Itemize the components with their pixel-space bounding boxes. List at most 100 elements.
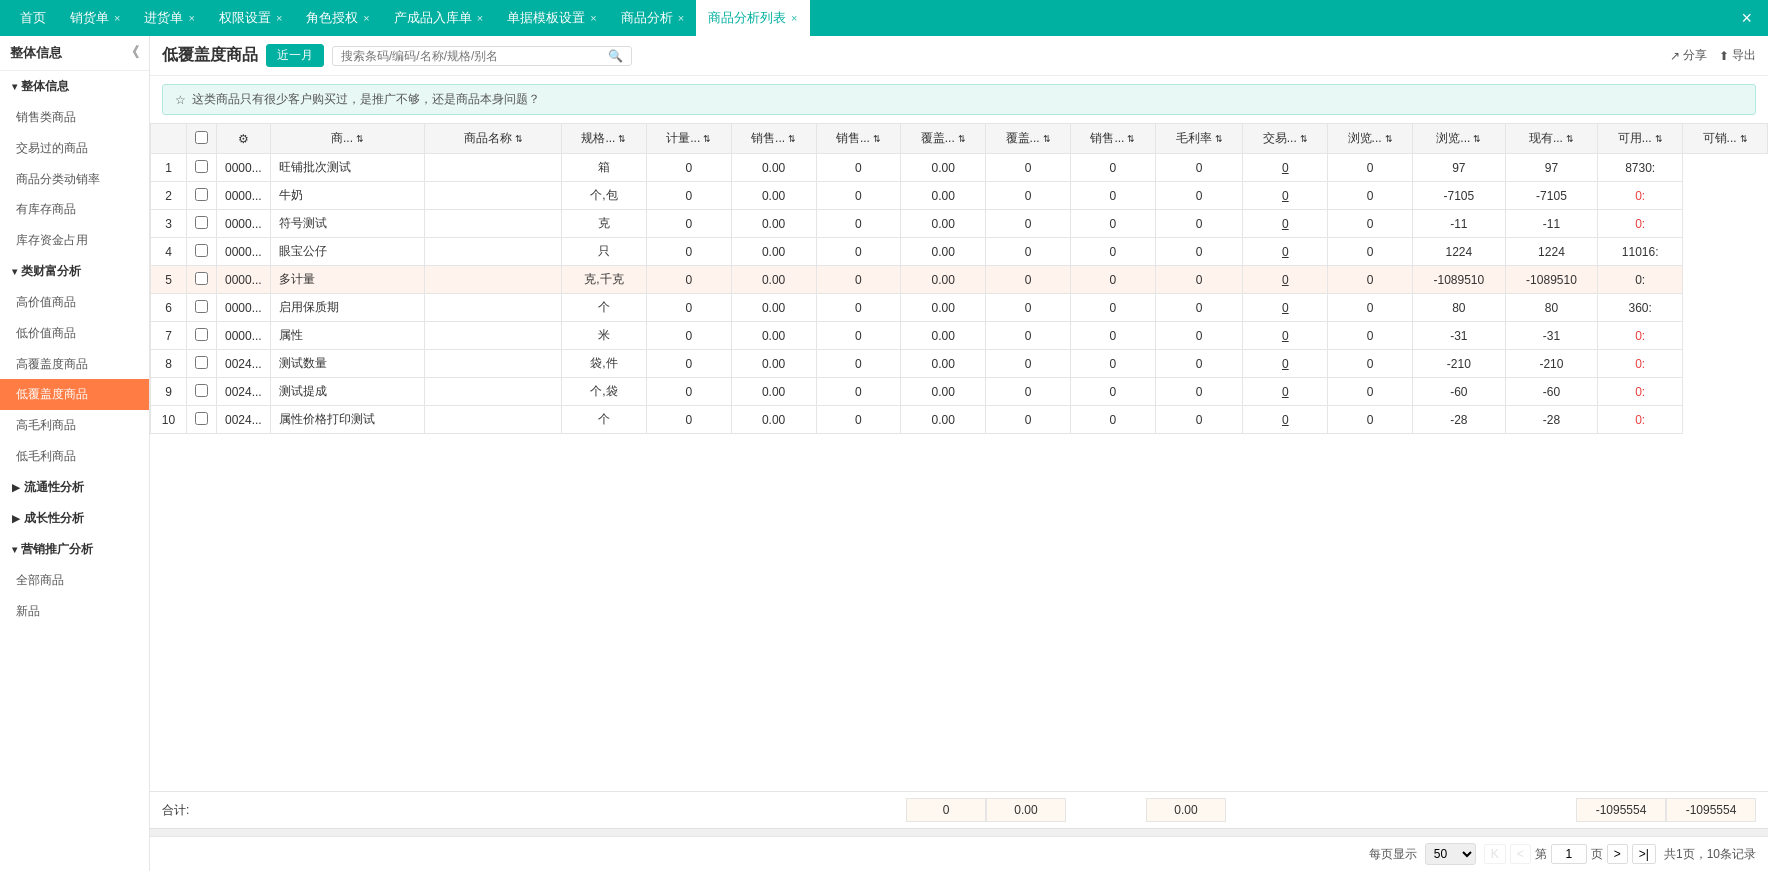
sort-icon[interactable]: ⇅ — [958, 134, 966, 144]
sort-icon[interactable]: ⇅ — [873, 134, 881, 144]
sort-icon[interactable]: ⇅ — [1127, 134, 1135, 144]
sort-icon[interactable]: ⇅ — [703, 134, 711, 144]
cell-checkbox[interactable] — [187, 266, 217, 294]
close-icon[interactable]: × — [114, 12, 120, 24]
sidebar-group-circulation[interactable]: ▶ 流通性分析 — [0, 472, 149, 503]
sort-icon[interactable]: ⇅ — [1740, 134, 1748, 144]
cell-checkbox[interactable] — [187, 406, 217, 434]
cell-checkbox[interactable] — [187, 210, 217, 238]
close-icon[interactable]: × — [188, 12, 194, 24]
close-icon[interactable]: × — [678, 12, 684, 24]
sidebar-item-low-coverage[interactable]: 低覆盖度商品 — [0, 379, 149, 410]
sort-icon[interactable]: ⇅ — [1473, 134, 1481, 144]
sidebar-group-overall[interactable]: ▾ 整体信息 — [0, 71, 149, 102]
sidebar-group-wealth[interactable]: ▾ 类财富分析 — [0, 256, 149, 287]
row-checkbox[interactable] — [195, 328, 208, 341]
cell-browse-a[interactable]: 0 — [1243, 350, 1328, 378]
cell-browse-a[interactable]: 0 — [1243, 154, 1328, 182]
cell-browse-a[interactable]: 0 — [1243, 294, 1328, 322]
first-page-button[interactable]: K — [1484, 844, 1506, 864]
row-checkbox[interactable] — [195, 160, 208, 173]
sort-icon[interactable]: ⇅ — [1385, 134, 1393, 144]
sidebar-item-low-margin[interactable]: 低毛利商品 — [0, 441, 149, 472]
cell-browse-a[interactable]: 0 — [1243, 182, 1328, 210]
row-checkbox[interactable] — [195, 300, 208, 313]
sort-icon[interactable]: ⇅ — [1215, 134, 1223, 144]
search-icon[interactable]: 🔍 — [608, 49, 623, 63]
close-icon[interactable]: × — [590, 12, 596, 24]
row-checkbox[interactable] — [195, 412, 208, 425]
row-checkbox[interactable] — [195, 356, 208, 369]
row-checkbox[interactable] — [195, 384, 208, 397]
cell-browse-a[interactable]: 0 — [1243, 210, 1328, 238]
sort-icon[interactable]: ⇅ — [1300, 134, 1308, 144]
sidebar-item-high-margin[interactable]: 高毛利商品 — [0, 410, 149, 441]
sidebar-item-new-goods[interactable]: 新品 — [0, 596, 149, 627]
cell-browse-a[interactable]: 0 — [1243, 238, 1328, 266]
export-button[interactable]: ⬆ 导出 — [1719, 47, 1756, 64]
nav-home[interactable]: 首页 — [8, 0, 58, 36]
sidebar-item-all-goods[interactable]: 全部商品 — [0, 565, 149, 596]
window-close-button[interactable]: × — [1733, 8, 1760, 29]
sort-icon[interactable]: ⇅ — [788, 134, 796, 144]
close-icon[interactable]: × — [276, 12, 282, 24]
horizontal-scrollbar[interactable] — [150, 828, 1768, 836]
nav-product-warehouse[interactable]: 产成品入库单 × — [382, 0, 495, 36]
cell-checkbox[interactable] — [187, 238, 217, 266]
page-number-input[interactable] — [1551, 844, 1587, 864]
sidebar-item-stocked-goods[interactable]: 有库存商品 — [0, 194, 149, 225]
nav-analysis[interactable]: 商品分析 × — [609, 0, 696, 36]
close-icon[interactable]: × — [477, 12, 483, 24]
close-icon[interactable]: × — [791, 12, 797, 24]
filter-recent-month-button[interactable]: 近一月 — [266, 44, 324, 67]
sidebar-item-capital-usage[interactable]: 库存资金占用 — [0, 225, 149, 256]
sidebar-item-category-rate[interactable]: 商品分类动销率 — [0, 164, 149, 195]
sidebar-item-high-value[interactable]: 高价值商品 — [0, 287, 149, 318]
close-icon[interactable]: × — [363, 12, 369, 24]
cell-browse-a[interactable]: 0 — [1243, 378, 1328, 406]
sidebar-collapse-button[interactable]: 《 — [125, 44, 139, 62]
sort-icon[interactable]: ⇅ — [1043, 134, 1051, 144]
next-page-button[interactable]: > — [1607, 844, 1628, 864]
sidebar-item-high-coverage[interactable]: 高覆盖度商品 — [0, 349, 149, 380]
cell-checkbox[interactable] — [187, 322, 217, 350]
cell-checkbox[interactable] — [187, 378, 217, 406]
cell-checkbox[interactable] — [187, 154, 217, 182]
sidebar-item-traded-goods[interactable]: 交易过的商品 — [0, 133, 149, 164]
sort-icon[interactable]: ⇅ — [356, 134, 364, 144]
row-checkbox[interactable] — [195, 272, 208, 285]
row-checkbox[interactable] — [195, 244, 208, 257]
select-all-checkbox[interactable] — [195, 131, 208, 144]
page-size-select[interactable]: 50 20 100 — [1425, 843, 1476, 865]
prev-page-button[interactable]: < — [1510, 844, 1531, 864]
cell-browse-a[interactable]: 0 — [1243, 266, 1328, 294]
share-button[interactable]: ↗ 分享 — [1670, 47, 1707, 64]
nav-purchase[interactable]: 进货单 × — [132, 0, 206, 36]
sidebar-group-growth[interactable]: ▶ 成长性分析 — [0, 503, 149, 534]
nav-permission[interactable]: 权限设置 × — [207, 0, 294, 36]
col-settings[interactable]: ⚙ — [217, 124, 271, 154]
col-checkbox[interactable] — [187, 124, 217, 154]
sidebar-group-marketing[interactable]: ▾ 营销推广分析 — [0, 534, 149, 565]
search-input[interactable] — [341, 49, 604, 63]
cell-browse-a[interactable]: 0 — [1243, 322, 1328, 350]
cell-checkbox[interactable] — [187, 294, 217, 322]
settings-icon[interactable]: ⚙ — [238, 132, 249, 146]
sort-icon[interactable]: ⇅ — [1566, 134, 1574, 144]
nav-analysis-list[interactable]: 商品分析列表 × — [696, 0, 809, 36]
cell-checkbox[interactable] — [187, 182, 217, 210]
row-checkbox[interactable] — [195, 216, 208, 229]
cell-checkbox[interactable] — [187, 350, 217, 378]
sidebar-item-low-value[interactable]: 低价值商品 — [0, 318, 149, 349]
nav-sales[interactable]: 销货单 × — [58, 0, 132, 36]
nav-template[interactable]: 单据模板设置 × — [495, 0, 608, 36]
cell-browse-a[interactable]: 0 — [1243, 406, 1328, 434]
last-page-button[interactable]: >| — [1632, 844, 1656, 864]
sort-icon[interactable]: ⇅ — [515, 134, 523, 144]
nav-role[interactable]: 角色授权 × — [294, 0, 381, 36]
sort-icon[interactable]: ⇅ — [1655, 134, 1663, 144]
row-checkbox[interactable] — [195, 188, 208, 201]
table-container[interactable]: ⚙ 商...⇅ 商品名称⇅ 规格...⇅ 计量...⇅ 销售...⇅ 销售...… — [150, 123, 1768, 791]
sort-icon[interactable]: ⇅ — [618, 134, 626, 144]
sidebar-item-sales-goods[interactable]: 销售类商品 — [0, 102, 149, 133]
